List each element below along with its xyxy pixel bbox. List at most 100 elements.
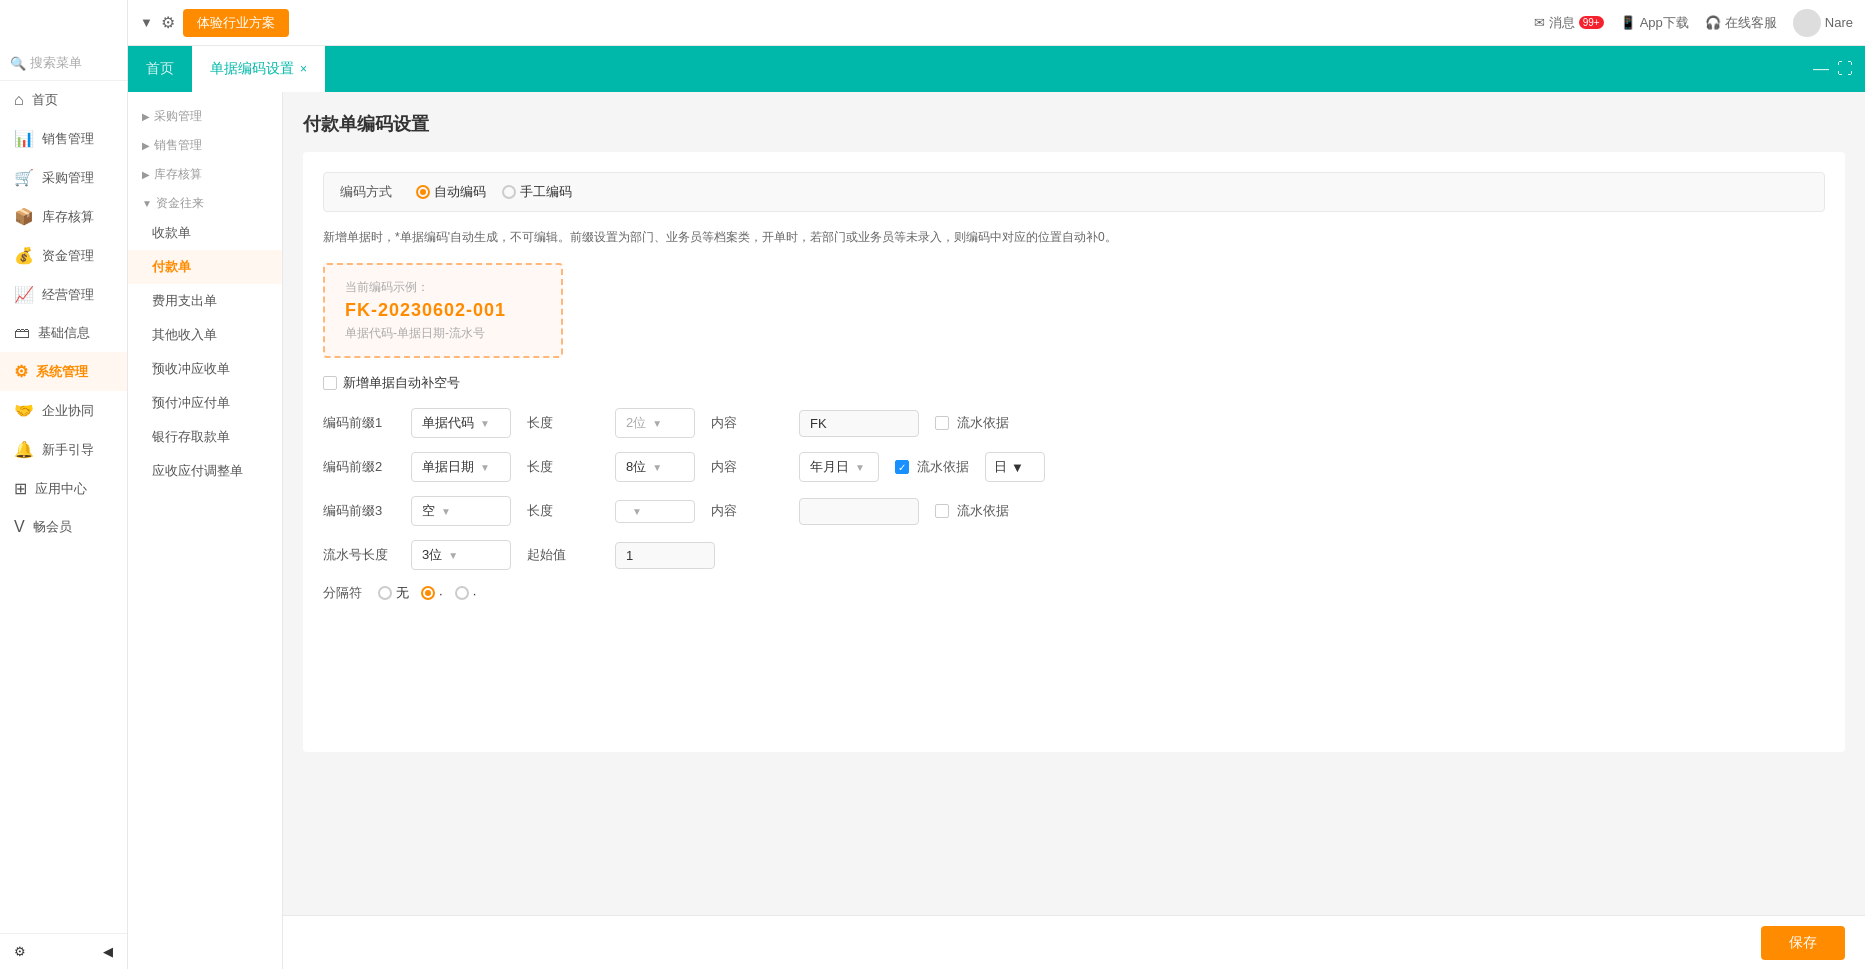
length1-label: 长度 xyxy=(527,414,599,432)
settings-footer-icon[interactable]: ⚙ xyxy=(14,944,26,959)
content1-input[interactable] xyxy=(799,410,919,437)
serial-length-label: 流水号长度 xyxy=(323,546,395,564)
basic-icon: 🗃 xyxy=(14,324,30,342)
stream2-unit-select[interactable]: 日 ▼ xyxy=(985,452,1045,482)
header-middle: ▼ ⚙ 体验行业方案 xyxy=(140,9,1534,37)
sub-group-capital[interactable]: ▼ 资金往来 xyxy=(128,187,282,216)
sidebar-item-guide[interactable]: 🔔 新手引导 xyxy=(0,430,127,469)
serial-length-select[interactable]: 3位 ▼ xyxy=(411,540,511,570)
header-dropdown[interactable]: ▼ xyxy=(140,15,153,30)
tab-encode-setting[interactable]: 单据编码设置 × xyxy=(192,46,325,92)
length3-label: 长度 xyxy=(527,502,599,520)
arrow-icon: ▶ xyxy=(142,169,150,180)
sep-dash[interactable]: · xyxy=(455,586,477,601)
sub-group-sales[interactable]: ▶ 销售管理 xyxy=(128,129,282,158)
prefix1-select[interactable]: 单据代码 ▼ xyxy=(411,408,511,438)
content1-label: 内容 xyxy=(711,414,783,432)
sub-group-inventory[interactable]: ▶ 库存核算 xyxy=(128,158,282,187)
auto-fill-checkbox[interactable] xyxy=(323,376,337,390)
sidebar-item-collab[interactable]: 🤝 企业协同 xyxy=(0,391,127,430)
operation-icon: 📈 xyxy=(14,285,34,304)
content3-input[interactable] xyxy=(799,498,919,525)
sidebar-item-home[interactable]: ⌂ 首页 xyxy=(0,81,127,119)
sidebar-item-basic[interactable]: 🗃 基础信息 xyxy=(0,314,127,352)
sidebar-item-sales[interactable]: 📊 销售管理 xyxy=(0,119,127,158)
content-card: 编码方式 自动编码 手工编码 新增单据时，*单据编码'自动生成，不可编辑。前缀设… xyxy=(303,152,1845,752)
nav-tabs: 首页 单据编码设置 × — ⛶ xyxy=(128,46,1865,92)
content2-select[interactable]: 年月日 ▼ xyxy=(799,452,879,482)
inventory-icon: 📦 xyxy=(14,207,34,226)
sub-group-purchase[interactable]: ▶ 采购管理 xyxy=(128,100,282,129)
stream3-checkbox[interactable] xyxy=(935,504,949,518)
sidebar-item-appcenter[interactable]: ⊞ 应用中心 xyxy=(0,469,127,508)
prefix1-label: 编码前缀1 xyxy=(323,414,395,432)
message-icon: ✉ xyxy=(1534,15,1545,30)
save-button[interactable]: 保存 xyxy=(1761,926,1845,960)
message-item[interactable]: ✉ 消息 99+ xyxy=(1534,14,1604,32)
main-content: 付款单编码设置 编码方式 自动编码 手工编码 新增单据时，*单据编码'自动生成，… xyxy=(283,92,1865,969)
tab-close-icon[interactable]: × xyxy=(300,62,307,76)
sidebar-item-inventory[interactable]: 📦 库存核算 xyxy=(0,197,127,236)
encode-method-row: 编码方式 自动编码 手工编码 xyxy=(323,172,1825,212)
purchase-icon: 🛒 xyxy=(14,168,34,187)
prefix2-row: 编码前缀2 单据日期 ▼ 长度 8位 ▼ 内容 年月日 ▼ ✓ 流水依据 日 ▼ xyxy=(323,452,1825,482)
content3-label: 内容 xyxy=(711,502,783,520)
prefix3-label: 编码前缀3 xyxy=(323,502,395,520)
sub-item-payment[interactable]: 付款单 xyxy=(128,250,282,284)
length1-select[interactable]: 2位 ▼ xyxy=(615,408,695,438)
settings-icon[interactable]: ⚙ xyxy=(161,13,175,32)
sidebar-footer: ⚙ ◀ xyxy=(0,933,127,969)
guide-icon: 🔔 xyxy=(14,440,34,459)
sidebar-item-purchase[interactable]: 🛒 采购管理 xyxy=(0,158,127,197)
sep-dot[interactable]: · xyxy=(421,586,443,601)
sidebar-search[interactable]: 🔍 搜索菜单 xyxy=(0,46,127,81)
sub-item-advance-pay[interactable]: 预付冲应付单 xyxy=(128,386,282,420)
sub-item-bank[interactable]: 银行存取款单 xyxy=(128,420,282,454)
message-badge: 99+ xyxy=(1579,16,1604,29)
prefix3-select[interactable]: 空 ▼ xyxy=(411,496,511,526)
sub-item-advance-recv[interactable]: 预收冲应收单 xyxy=(128,352,282,386)
sep-dash-label: · xyxy=(473,586,477,601)
stream2-group: ✓ 流水依据 xyxy=(895,458,969,476)
stream1-label: 流水依据 xyxy=(957,414,1009,432)
prefix3-row: 编码前缀3 空 ▼ 长度 ▼ 内容 流水依据 xyxy=(323,496,1825,526)
sidebar-item-finance[interactable]: 💰 资金管理 xyxy=(0,236,127,275)
sidebar-item-operation[interactable]: 📈 经营管理 xyxy=(0,275,127,314)
sub-item-adjustment[interactable]: 应收应付调整单 xyxy=(128,454,282,488)
minimize-btn[interactable]: — xyxy=(1813,60,1829,78)
expand-btn[interactable]: ⛶ xyxy=(1837,60,1853,78)
serial-row: 流水号长度 3位 ▼ 起始值 xyxy=(323,540,1825,570)
length3-select[interactable]: ▼ xyxy=(615,500,695,523)
radio-manual[interactable]: 手工编码 xyxy=(502,183,572,201)
unit-arrow: ▼ xyxy=(1011,460,1024,475)
sidebar-item-member[interactable]: V 畅会员 xyxy=(0,508,127,546)
stream3-label: 流水依据 xyxy=(957,502,1009,520)
app-download-item[interactable]: 📱 App下载 xyxy=(1620,14,1689,32)
separator-label: 分隔符 xyxy=(323,584,362,602)
user-item[interactable]: Nare xyxy=(1793,9,1853,37)
page-title: 付款单编码设置 xyxy=(303,112,1845,136)
prefix2-select[interactable]: 单据日期 ▼ xyxy=(411,452,511,482)
sub-item-expense[interactable]: 费用支出单 xyxy=(128,284,282,318)
sub-item-receipt[interactable]: 收款单 xyxy=(128,216,282,250)
sep-dash-dot xyxy=(455,586,469,600)
sidebar-item-system[interactable]: ⚙ 系统管理 xyxy=(0,352,127,391)
tab-home[interactable]: 首页 xyxy=(128,46,192,92)
bottom-bar: 保存 xyxy=(283,915,1865,969)
sub-item-other-income[interactable]: 其他收入单 xyxy=(128,318,282,352)
trial-button[interactable]: 体验行业方案 xyxy=(183,9,289,37)
user-name: Nare xyxy=(1825,15,1853,30)
arrow-down-icon: ▼ xyxy=(142,198,152,209)
length2-select[interactable]: 8位 ▼ xyxy=(615,452,695,482)
stream1-checkbox[interactable] xyxy=(935,416,949,430)
sep-none[interactable]: 无 xyxy=(378,584,409,602)
content2-label: 内容 xyxy=(711,458,783,476)
content2-arrow: ▼ xyxy=(855,462,865,473)
online-service-item[interactable]: 🎧 在线客服 xyxy=(1705,14,1777,32)
length1-arrow: ▼ xyxy=(652,418,662,429)
member-icon: V xyxy=(14,518,25,536)
start-value-input[interactable] xyxy=(615,542,715,569)
stream2-checkbox[interactable]: ✓ xyxy=(895,460,909,474)
radio-auto[interactable]: 自动编码 xyxy=(416,183,486,201)
collapse-icon[interactable]: ◀ xyxy=(103,944,113,959)
